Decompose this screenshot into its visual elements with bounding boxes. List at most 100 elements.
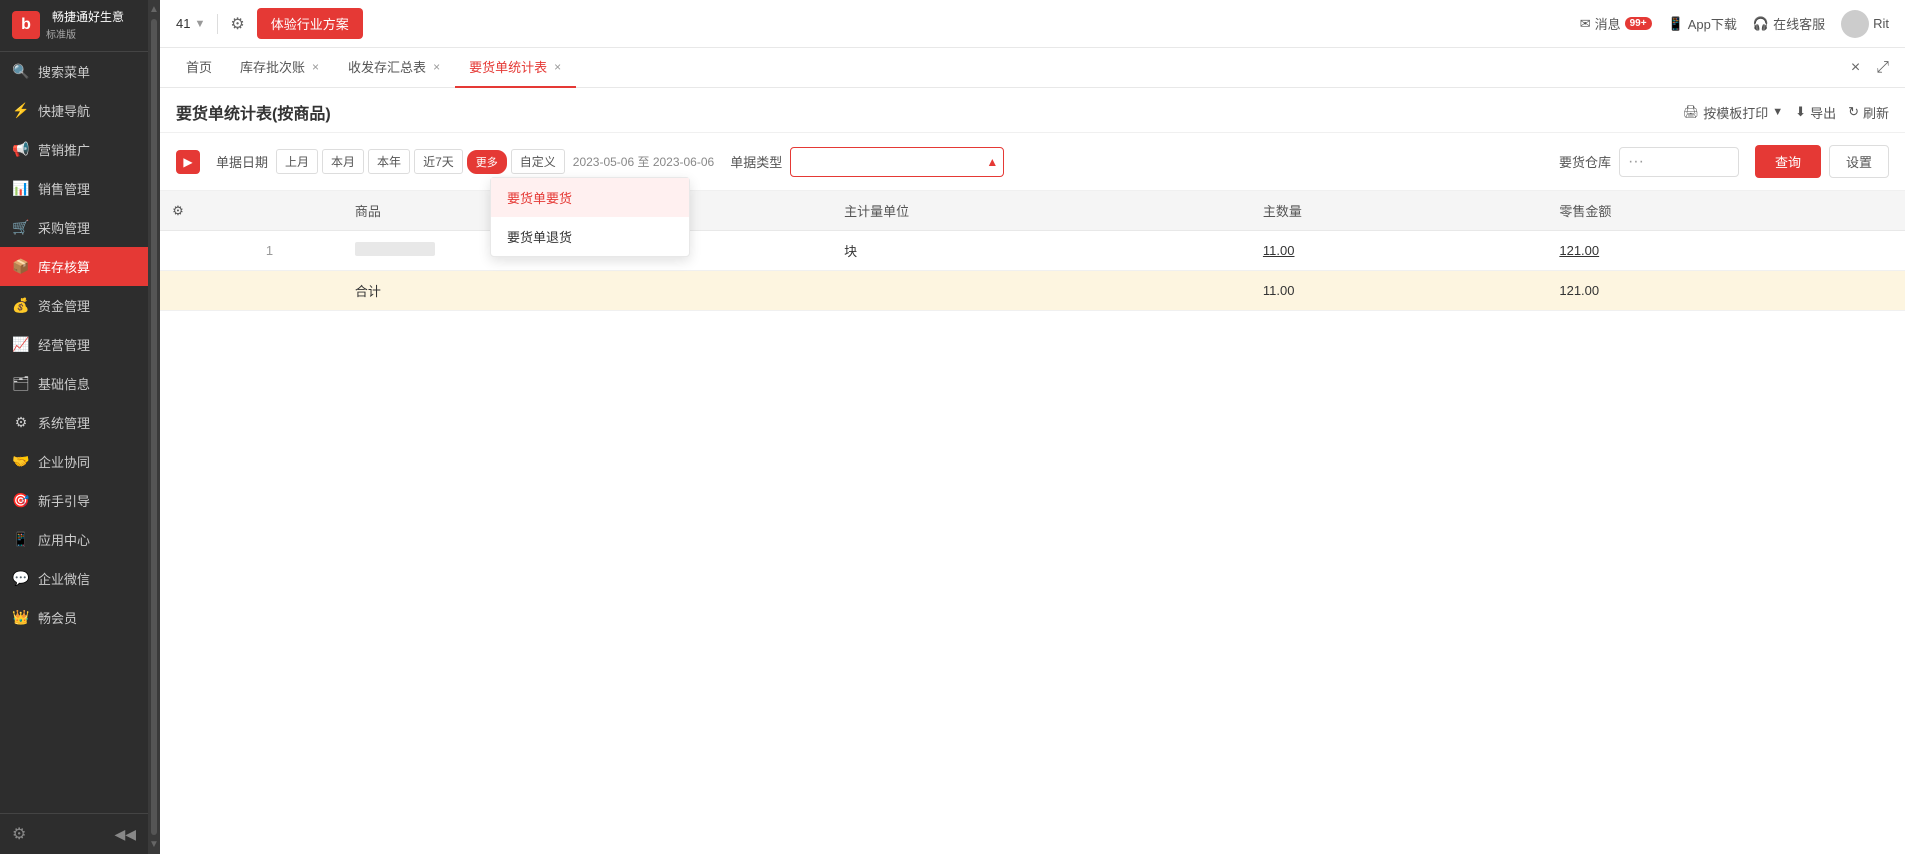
tab-collection-summary[interactable]: 收发存汇总表 × xyxy=(334,48,455,88)
settings-icon-topbar[interactable]: ⚙ xyxy=(230,14,244,34)
sidebar-item-label: 采购管理 xyxy=(38,218,90,237)
tab-close-inventory-batch[interactable]: × xyxy=(311,60,320,74)
app-download-label: App下载 xyxy=(1688,14,1737,33)
date-btn-custom[interactable]: 自定义 xyxy=(511,149,565,174)
dropdown-item-order-goods[interactable]: 要货单要货 xyxy=(491,178,689,217)
sidebar-item-search[interactable]: 🔍 搜索菜单 xyxy=(0,52,148,91)
sidebar-item-label: 企业协同 xyxy=(38,452,90,471)
dropdown-item-order-return[interactable]: 要货单退货 xyxy=(491,217,689,256)
table-footer: 合计 11.00 121.00 xyxy=(160,271,1905,311)
sidebar-item-member[interactable]: 👑 畅会员 xyxy=(0,598,148,637)
product-placeholder xyxy=(355,242,435,256)
tab-close-all-btn[interactable]: × xyxy=(1847,55,1864,81)
scroll-thumb xyxy=(151,19,157,835)
sidebar-item-operations[interactable]: 📈 经营管理 xyxy=(0,325,148,364)
type-select-input[interactable] xyxy=(790,147,1004,177)
sidebar-item-label: 系统管理 xyxy=(38,413,90,432)
date-btn-last-7days[interactable]: 近7天 xyxy=(414,149,463,174)
row-unit: 块 xyxy=(832,231,1251,271)
settings-bottom-icon[interactable]: ⚙ xyxy=(12,824,26,844)
sidebar-item-label: 畅会员 xyxy=(38,608,77,627)
refresh-icon: ↻ xyxy=(1848,104,1859,120)
refresh-label: 刷新 xyxy=(1863,103,1889,122)
sidebar-item-label: 快捷导航 xyxy=(38,101,90,120)
filter-bar: ▶ 单据日期 上月 本月 本年 近7天 更多 自定义 2023-05-06 至 … xyxy=(160,133,1905,191)
sidebar-item-wechat[interactable]: 💬 企业微信 xyxy=(0,559,148,598)
store-chevron-icon: ▼ xyxy=(194,18,205,30)
gear-nav-icon: ⚙ xyxy=(12,413,30,431)
cart-icon: 🛒 xyxy=(12,218,30,236)
date-filter-label: 单据日期 xyxy=(216,152,268,171)
tabs-actions: × ⤢ xyxy=(1847,55,1893,81)
sidebar-item-shortcuts[interactable]: ⚡ 快捷导航 xyxy=(0,91,148,130)
scroll-up-arrow[interactable]: ▲ xyxy=(149,4,159,15)
date-btn-last-month[interactable]: 上月 xyxy=(276,149,318,174)
sidebar-item-sales[interactable]: 📊 销售管理 xyxy=(0,169,148,208)
app-sub: 标准版 xyxy=(46,26,124,41)
store-selector[interactable]: 41 ▼ xyxy=(176,16,205,31)
user-avatar-area[interactable]: Rit xyxy=(1841,10,1889,38)
tab-close-collection-summary[interactable]: × xyxy=(432,60,441,74)
th-settings[interactable]: ⚙ xyxy=(160,191,196,231)
page-header: 要货单统计表(按商品) 🖨 按模板打印 ▼ ⬇ 导出 ↻ 刷新 xyxy=(160,88,1905,133)
sidebar-logo: b 畅捷通好生意 标准版 xyxy=(0,0,148,52)
export-btn[interactable]: ⬇ 导出 xyxy=(1795,103,1836,122)
data-table: ⚙ 商品 主计量单位 主数量 零售金额 1 xyxy=(160,191,1905,311)
tab-home[interactable]: 首页 xyxy=(172,48,226,88)
query-button[interactable]: 查询 xyxy=(1755,145,1821,178)
message-btn[interactable]: ✉ 消息 99+ xyxy=(1580,14,1652,33)
tab-close-order-summary[interactable]: × xyxy=(553,60,562,74)
wechat-icon: 💬 xyxy=(12,569,30,587)
sidebar-item-purchase[interactable]: 🛒 采购管理 xyxy=(0,208,148,247)
table-header: ⚙ 商品 主计量单位 主数量 零售金额 xyxy=(160,191,1905,231)
tab-order-summary-label: 要货单统计表 xyxy=(469,57,547,76)
message-badge: 99+ xyxy=(1625,17,1652,30)
date-btn-this-month[interactable]: 本月 xyxy=(322,149,364,174)
sidebar-item-label: 新手引导 xyxy=(38,491,90,510)
print-icon: 🖨 xyxy=(1683,104,1700,120)
sidebar-item-marketing[interactable]: 📢 营销推广 xyxy=(0,130,148,169)
sidebar: b 畅捷通好生意 标准版 🔍 搜索菜单 ⚡ 快捷导航 📢 营销推广 📊 销售管理… xyxy=(0,0,148,854)
handshake-icon: 🤝 xyxy=(12,452,30,470)
set-button[interactable]: 设置 xyxy=(1829,145,1889,178)
print-template-btn[interactable]: 🖨 按模板打印 ▼ xyxy=(1683,103,1783,122)
tab-order-summary[interactable]: 要货单统计表 × xyxy=(455,48,576,88)
phone-icon: 📱 xyxy=(1668,16,1684,32)
scroll-down-arrow[interactable]: ▼ xyxy=(149,839,159,850)
online-service-label: 在线客服 xyxy=(1773,14,1825,33)
app-download-btn[interactable]: 📱 App下载 xyxy=(1668,14,1737,33)
table-footer-row: 合计 11.00 121.00 xyxy=(160,271,1905,311)
sidebar-item-finance[interactable]: 💰 资金管理 xyxy=(0,286,148,325)
tab-inventory-batch[interactable]: 库存批次账 × xyxy=(226,48,334,88)
sidebar-item-label: 经营管理 xyxy=(38,335,90,354)
sidebar-item-inventory[interactable]: 📦 库存核算 xyxy=(0,247,148,286)
sidebar-nav: 🔍 搜索菜单 ⚡ 快捷导航 📢 营销推广 📊 销售管理 🛒 采购管理 📦 库存核… xyxy=(0,52,148,813)
trend-icon: 📈 xyxy=(12,335,30,353)
sidebar-item-enterprise[interactable]: 🤝 企业协同 xyxy=(0,442,148,481)
sidebar-item-label: 基础信息 xyxy=(38,374,90,393)
th-unit: 主计量单位 xyxy=(832,191,1251,231)
promo-button[interactable]: 体验行业方案 xyxy=(257,8,363,39)
filter-expand-btn[interactable]: ▶ xyxy=(176,150,200,174)
sidebar-item-guide[interactable]: 🎯 新手引导 xyxy=(0,481,148,520)
warehouse-select[interactable]: ··· xyxy=(1619,147,1739,177)
collapse-icon[interactable]: ◀◀ xyxy=(114,826,136,843)
export-label: 导出 xyxy=(1810,103,1836,122)
date-btn-more[interactable]: 更多 xyxy=(467,150,507,174)
sidebar-bottom: ⚙ ◀◀ xyxy=(0,813,148,854)
headset-icon: 🎧 xyxy=(1753,16,1769,32)
row-amount: 121.00 xyxy=(1547,231,1905,271)
user-name: Rit xyxy=(1873,16,1889,31)
date-btn-this-year[interactable]: 本年 xyxy=(368,149,410,174)
tab-home-label: 首页 xyxy=(186,57,212,76)
refresh-btn[interactable]: ↻ 刷新 xyxy=(1848,103,1889,122)
online-service-btn[interactable]: 🎧 在线客服 xyxy=(1753,14,1825,33)
tab-expand-btn[interactable]: ⤢ xyxy=(1872,55,1893,81)
sidebar-item-system[interactable]: ⚙ 系统管理 xyxy=(0,403,148,442)
footer-amount: 121.00 xyxy=(1547,271,1905,311)
store-name: 41 xyxy=(176,16,190,31)
type-dropdown: 要货单要货 要货单退货 xyxy=(490,177,690,257)
warehouse-dots-icon: ··· xyxy=(1628,153,1644,171)
sidebar-item-app-center[interactable]: 📱 应用中心 xyxy=(0,520,148,559)
sidebar-item-base[interactable]: 🗂 基础信息 xyxy=(0,364,148,403)
